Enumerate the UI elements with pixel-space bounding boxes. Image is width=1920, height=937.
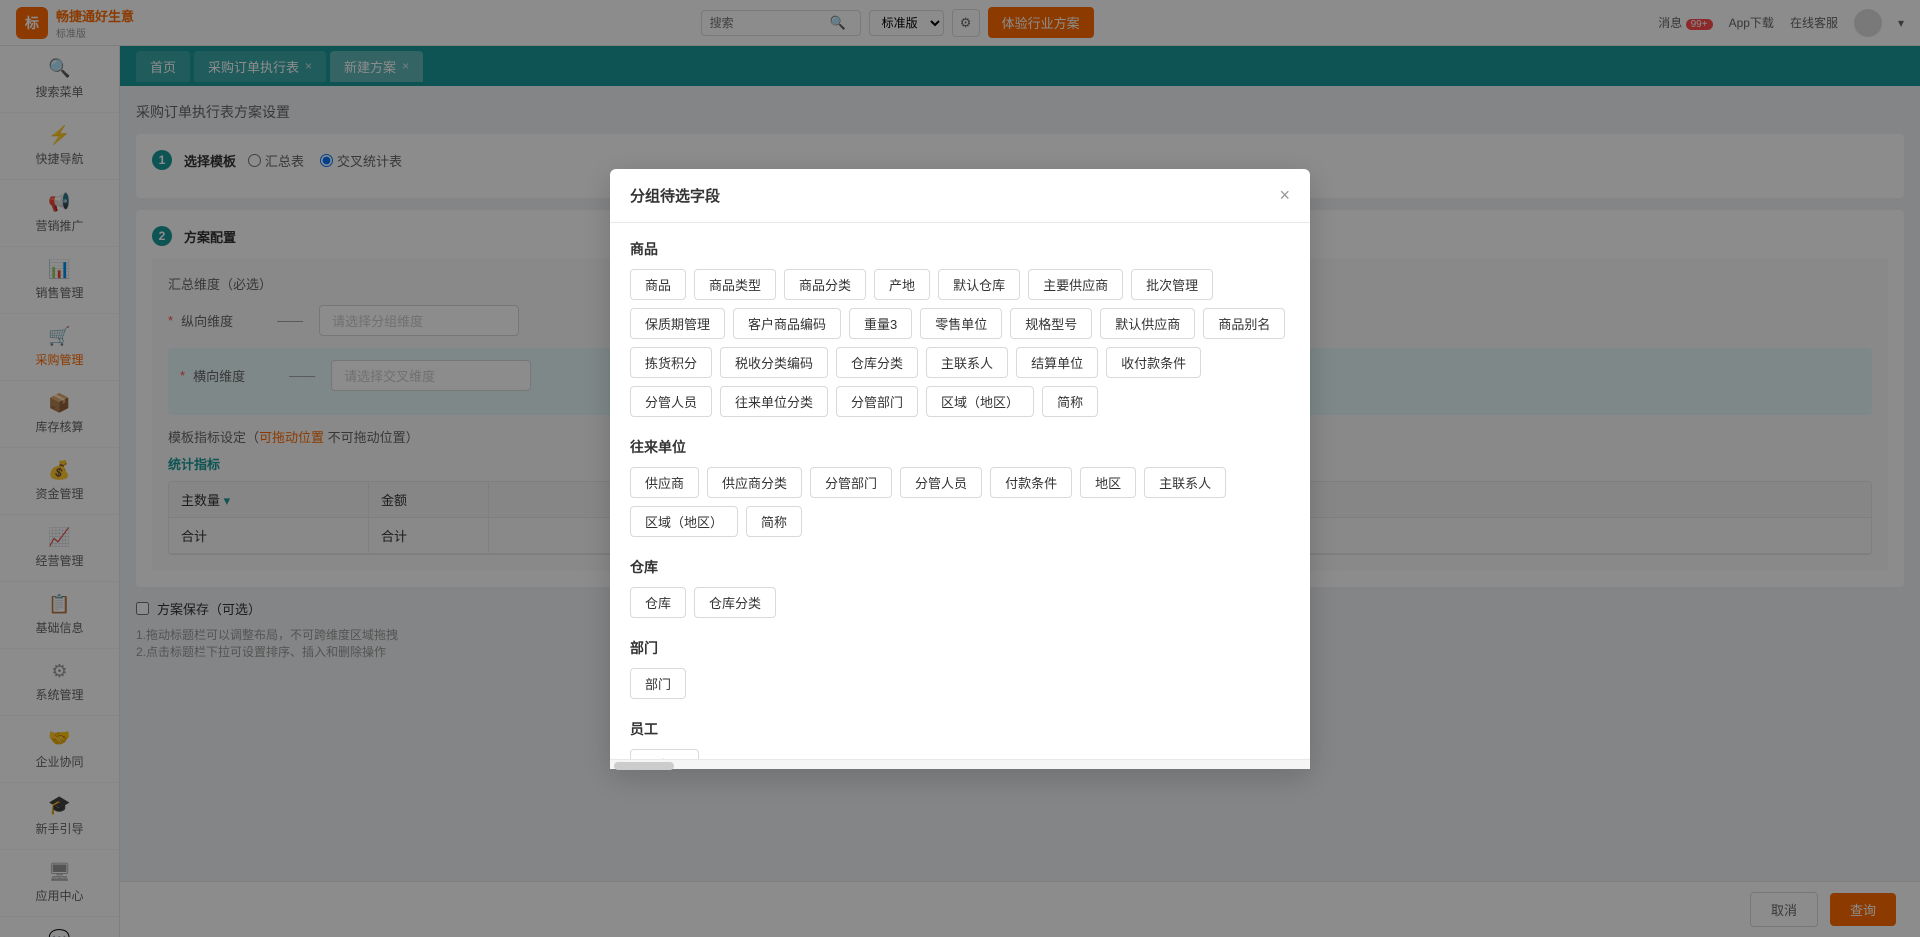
tag-goods-alias[interactable]: 商品别名 [1203, 308, 1285, 339]
group-title-employee: 员工 [630, 719, 1290, 739]
tag-warehouse[interactable]: 仓库 [630, 587, 686, 618]
tag-goods-points[interactable]: 拣货积分 [630, 347, 712, 378]
tag-employee[interactable]: 业务员 [630, 749, 699, 760]
tag-goods-defaultsupplier[interactable]: 默认供应商 [1100, 308, 1195, 339]
goods-tags: 商品 商品类型 商品分类 产地 默认仓库 主要供应商 批次管理 保质期管理 客户… [630, 269, 1290, 417]
tag-goods-supplier[interactable]: 主要供应商 [1028, 269, 1123, 300]
group-title-dept: 部门 [630, 638, 1290, 658]
tag-goods-spec[interactable]: 规格型号 [1010, 308, 1092, 339]
modal-header: 分组待选字段 × [610, 169, 1310, 223]
tag-partner-manager[interactable]: 分管人员 [900, 467, 982, 498]
partner-tags: 供应商 供应商分类 分管部门 分管人员 付款条件 地区 主联系人 区域（地区） … [630, 467, 1290, 537]
tag-goods-item[interactable]: 商品 [630, 269, 686, 300]
tag-goods-weight3[interactable]: 重量3 [849, 308, 912, 339]
tag-partner-region[interactable]: 地区 [1080, 467, 1136, 498]
tag-goods-manager[interactable]: 分管人员 [630, 386, 712, 417]
tag-partner-abbr[interactable]: 简称 [746, 506, 802, 537]
tag-goods-type[interactable]: 商品类型 [694, 269, 776, 300]
modal-hscrollbar[interactable] [610, 759, 1310, 768]
tag-goods-abbr[interactable]: 简称 [1042, 386, 1098, 417]
tag-dept[interactable]: 部门 [630, 668, 686, 699]
tag-goods-category[interactable]: 商品分类 [784, 269, 866, 300]
tag-partner-dept[interactable]: 分管部门 [810, 467, 892, 498]
tag-goods-partnercat[interactable]: 往来单位分类 [720, 386, 828, 417]
tag-goods-expire[interactable]: 保质期管理 [630, 308, 725, 339]
field-group-dept: 部门 部门 [630, 638, 1290, 699]
tag-goods-origin[interactable]: 产地 [874, 269, 930, 300]
field-group-employee: 员工 业务员 [630, 719, 1290, 760]
group-title-partner: 往来单位 [630, 437, 1290, 457]
modal-dialog: 分组待选字段 × 商品 商品 商品类型 商品分类 产地 默认仓库 主要供应商 批… [610, 169, 1310, 769]
modal-body[interactable]: 商品 商品 商品类型 商品分类 产地 默认仓库 主要供应商 批次管理 保质期管理… [610, 223, 1310, 760]
tag-goods-region[interactable]: 区域（地区） [926, 386, 1034, 417]
tag-goods-contact[interactable]: 主联系人 [926, 347, 1008, 378]
field-group-partner: 往来单位 供应商 供应商分类 分管部门 分管人员 付款条件 地区 主联系人 区域… [630, 437, 1290, 537]
field-group-warehouse: 仓库 仓库 仓库分类 [630, 557, 1290, 618]
tag-goods-batch[interactable]: 批次管理 [1131, 269, 1213, 300]
tag-goods-payterms[interactable]: 收付款条件 [1106, 347, 1201, 378]
tag-goods-warehousecat[interactable]: 仓库分类 [836, 347, 918, 378]
tag-goods-warehouse[interactable]: 默认仓库 [938, 269, 1020, 300]
tag-partner-supplier[interactable]: 供应商 [630, 467, 699, 498]
modal-close-button[interactable]: × [1279, 185, 1290, 206]
tag-warehouse-cat[interactable]: 仓库分类 [694, 587, 776, 618]
tag-partner-payterms[interactable]: 付款条件 [990, 467, 1072, 498]
field-group-goods: 商品 商品 商品类型 商品分类 产地 默认仓库 主要供应商 批次管理 保质期管理… [630, 239, 1290, 417]
tag-goods-custcode[interactable]: 客户商品编码 [733, 308, 841, 339]
employee-tags: 业务员 [630, 749, 1290, 760]
tag-goods-retailunit[interactable]: 零售单位 [920, 308, 1002, 339]
tag-partner-suppliercat[interactable]: 供应商分类 [707, 467, 802, 498]
modal-title: 分组待选字段 [630, 185, 720, 206]
group-title-goods: 商品 [630, 239, 1290, 259]
modal-overlay: 分组待选字段 × 商品 商品 商品类型 商品分类 产地 默认仓库 主要供应商 批… [0, 0, 1920, 937]
warehouse-tags: 仓库 仓库分类 [630, 587, 1290, 618]
tag-goods-taxcode[interactable]: 税收分类编码 [720, 347, 828, 378]
tag-partner-area[interactable]: 区域（地区） [630, 506, 738, 537]
tag-partner-contact[interactable]: 主联系人 [1144, 467, 1226, 498]
tag-goods-dept[interactable]: 分管部门 [836, 386, 918, 417]
tag-goods-settlement[interactable]: 结算单位 [1016, 347, 1098, 378]
group-title-warehouse: 仓库 [630, 557, 1290, 577]
modal-hscrollbar-thumb[interactable] [614, 762, 674, 770]
dept-tags: 部门 [630, 668, 1290, 699]
